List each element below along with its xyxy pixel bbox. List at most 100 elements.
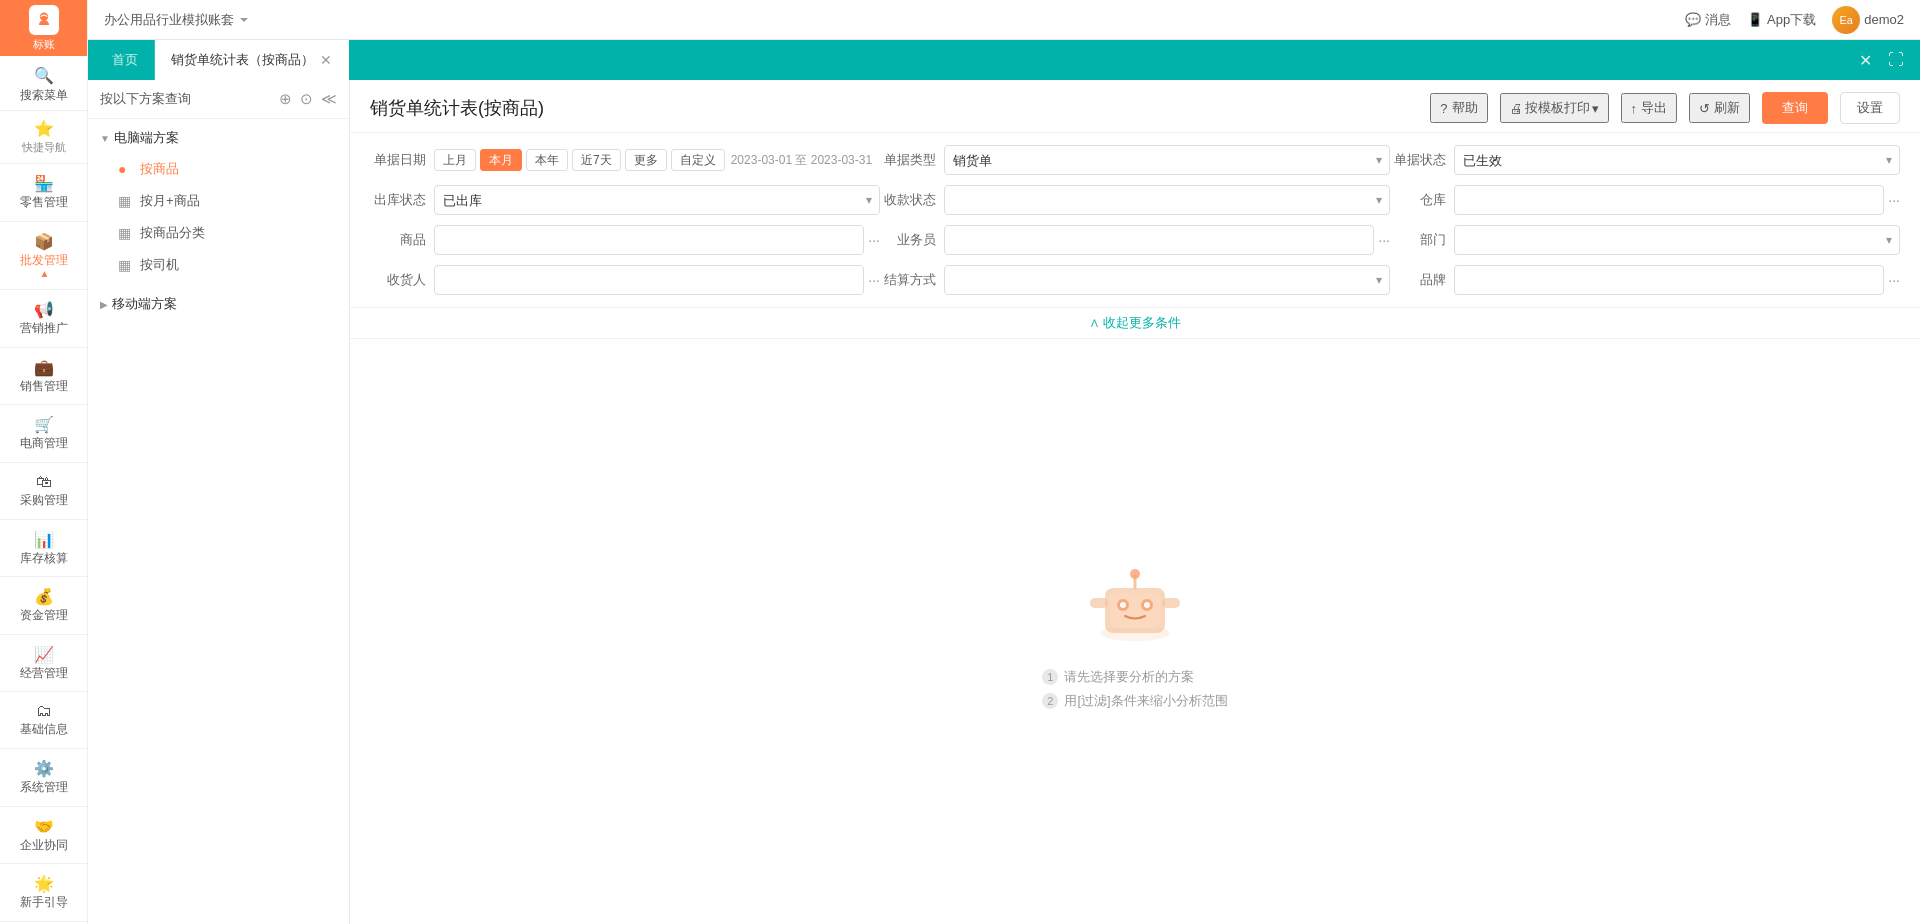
sidebar-item-enterprise[interactable]: 🤝 企业协同 — [0, 807, 87, 865]
receiver-input[interactable] — [434, 265, 864, 295]
sidebar-item-wholesale[interactable]: 📦 批发管理 ▲ — [0, 222, 87, 291]
tab-home-label: 首页 — [112, 51, 138, 69]
sidebar-item-finance[interactable]: 💰 资金管理 — [0, 577, 87, 635]
doc-type-select[interactable]: 销货单 — [944, 145, 1390, 175]
scheme-item-by-month-product[interactable]: ▦ 按月+商品 — [88, 185, 349, 217]
filter-field-out-status: 出库状态 已出库 — [370, 185, 880, 215]
warehouse-dots[interactable]: ··· — [1888, 192, 1900, 208]
filter-field-date: 单据日期 上月 本月 本年 近7天 更多 自定义 2023-03-01 至 20… — [370, 149, 880, 171]
system-icon: ⚙️ — [34, 759, 54, 778]
brand-dots[interactable]: ··· — [1888, 272, 1900, 288]
date-last-month[interactable]: 上月 — [434, 149, 476, 171]
purchase-icon: 🛍 — [36, 473, 52, 491]
retail-label: 零售管理 — [20, 195, 68, 211]
refresh-button[interactable]: ↺ 刷新 — [1689, 93, 1750, 123]
sidebar-item-purchase[interactable]: 🛍 采购管理 — [0, 463, 87, 520]
department-select[interactable] — [1454, 225, 1900, 255]
query-button[interactable]: 查询 — [1762, 92, 1828, 124]
settings-button[interactable]: 设置 — [1840, 92, 1900, 124]
filter-field-doc-type: 单据类型 销货单 — [880, 145, 1390, 175]
print-button[interactable]: 🖨 按模板打印 ▾ — [1500, 93, 1609, 123]
salesperson-dots[interactable]: ··· — [1378, 232, 1390, 248]
by-month-product-icon: ▦ — [118, 193, 134, 209]
salesperson-label: 业务员 — [880, 231, 944, 249]
refresh-icon: ↺ — [1699, 101, 1710, 116]
user-profile[interactable]: Ea demo2 — [1832, 6, 1904, 34]
sidebar-item-basic[interactable]: 🗂 基础信息 — [0, 692, 87, 749]
filter-field-settlement: 结算方式 — [880, 265, 1390, 295]
add-scheme-icon[interactable]: ⊕ — [279, 90, 292, 108]
scheme-group-desktop[interactable]: ▼ 电脑端方案 — [88, 123, 349, 153]
date-last-7days[interactable]: 近7天 — [572, 149, 621, 171]
receipt-status-label: 收款状态 — [880, 191, 944, 209]
scheme-item-by-category[interactable]: ▦ 按商品分类 — [88, 217, 349, 249]
guide-label: 新手引导 — [20, 895, 68, 911]
warehouse-label: 仓库 — [1390, 191, 1454, 209]
by-cashier-icon: ▦ — [118, 257, 134, 273]
tabbar-controls: ✕ ⛶ — [1855, 47, 1912, 74]
filter-row-1: 单据日期 上月 本月 本年 近7天 更多 自定义 2023-03-01 至 20… — [370, 145, 1900, 175]
message-button[interactable]: 💬 消息 — [1685, 11, 1731, 29]
sidebar-item-retail[interactable]: 🏪 零售管理 — [0, 164, 87, 222]
collapse-panel-icon[interactable]: ≪ — [321, 90, 337, 108]
wholesale-label: 批发管理 — [20, 253, 68, 269]
warehouse-input[interactable] — [1454, 185, 1884, 215]
export-button[interactable]: ↑ 导出 — [1621, 93, 1678, 123]
filter-field-doc-status: 单据状态 已生效 — [1390, 145, 1900, 175]
sidebar-item-inventory[interactable]: 📊 库存核算 — [0, 520, 87, 578]
enterprise-label: 企业协同 — [20, 838, 68, 854]
scheme-item-by-cashier[interactable]: ▦ 按司机 — [88, 249, 349, 281]
out-status-label: 出库状态 — [370, 191, 434, 209]
filter-panel-title: 按以下方案查询 — [100, 90, 191, 108]
help-button[interactable]: ? 帮助 — [1430, 93, 1487, 123]
receipt-status-select[interactable] — [944, 185, 1390, 215]
date-group: 上月 本月 本年 近7天 更多 自定义 2023-03-01 至 2023-03… — [434, 149, 880, 171]
filter-field-receiver: 收货人 ··· — [370, 265, 880, 295]
quick-nav-label[interactable]: 快捷导航 — [22, 140, 66, 155]
sidebar-item-ecommerce[interactable]: 🛒 电商管理 — [0, 405, 87, 463]
scheme-item-by-product[interactable]: ● 按商品 — [88, 153, 349, 185]
sidebar-item-operations[interactable]: 📈 经营管理 — [0, 635, 87, 693]
product-dots[interactable]: ··· — [868, 232, 880, 248]
sidebar-item-guide[interactable]: 🌟 新手引导 — [0, 864, 87, 922]
date-this-month[interactable]: 本月 — [480, 149, 522, 171]
print-arrow-icon: ▾ — [1592, 101, 1599, 116]
query-panel: 销货单统计表(按商品) ? 帮助 🖨 按模板打印 ▾ ↑ 导出 — [350, 80, 1920, 924]
scheme-group-mobile[interactable]: ▶ 移动端方案 — [88, 289, 349, 319]
collapse-bar[interactable]: ∧ 收起更多条件 — [350, 308, 1920, 339]
print-label: 按模板打印 — [1525, 99, 1590, 117]
sidebar-item-sales[interactable]: 💼 销售管理 — [0, 348, 87, 406]
tab-expand-button[interactable]: ⛶ — [1884, 47, 1908, 73]
settlement-label: 结算方式 — [880, 271, 944, 289]
date-custom[interactable]: 自定义 — [671, 149, 725, 171]
app-logo[interactable]: 标账 — [0, 0, 88, 56]
tip-2-text: 用[过滤]条件来缩小分析范围 — [1064, 692, 1227, 710]
tab-home[interactable]: 首页 — [96, 40, 155, 80]
by-month-product-label: 按月+商品 — [140, 192, 200, 210]
sidebar-item-marketing[interactable]: 📢 营销推广 — [0, 290, 87, 348]
app-download-button[interactable]: 📱 App下载 — [1747, 11, 1816, 29]
tab-close-icon[interactable]: ✕ — [320, 53, 332, 67]
receiver-dots[interactable]: ··· — [868, 272, 880, 288]
tip-1-text: 请先选择要分析的方案 — [1064, 668, 1194, 686]
search-icon[interactable]: 🔍 — [34, 66, 54, 85]
date-this-year[interactable]: 本年 — [526, 149, 568, 171]
brand-input[interactable] — [1454, 265, 1884, 295]
by-product-icon: ● — [118, 161, 134, 177]
tab-close-button[interactable]: ✕ — [1855, 47, 1876, 74]
product-input[interactable] — [434, 225, 864, 255]
settings-scheme-icon[interactable]: ⊙ — [300, 90, 313, 108]
filter-field-warehouse: 仓库 ··· — [1390, 185, 1900, 215]
doc-status-select[interactable]: 已生效 — [1454, 145, 1900, 175]
salesperson-input[interactable] — [944, 225, 1374, 255]
out-status-select[interactable]: 已出库 — [434, 185, 880, 215]
settlement-select[interactable] — [944, 265, 1390, 295]
tab-sales-stat[interactable]: 销货单统计表（按商品） ✕ — [155, 40, 349, 80]
topbar-actions: 💬 消息 📱 App下载 Ea demo2 — [1685, 6, 1904, 34]
sidebar-item-system[interactable]: ⚙️ 系统管理 — [0, 749, 87, 807]
industry-selector[interactable]: 办公用品行业模拟账套 — [104, 11, 250, 29]
filter-form: 单据日期 上月 本月 本年 近7天 更多 自定义 2023-03-01 至 20… — [350, 133, 1920, 308]
sidebar-search-section: 🔍 搜索菜单 — [0, 56, 87, 111]
search-label[interactable]: 搜索菜单 — [20, 87, 68, 104]
date-more[interactable]: 更多 — [625, 149, 667, 171]
